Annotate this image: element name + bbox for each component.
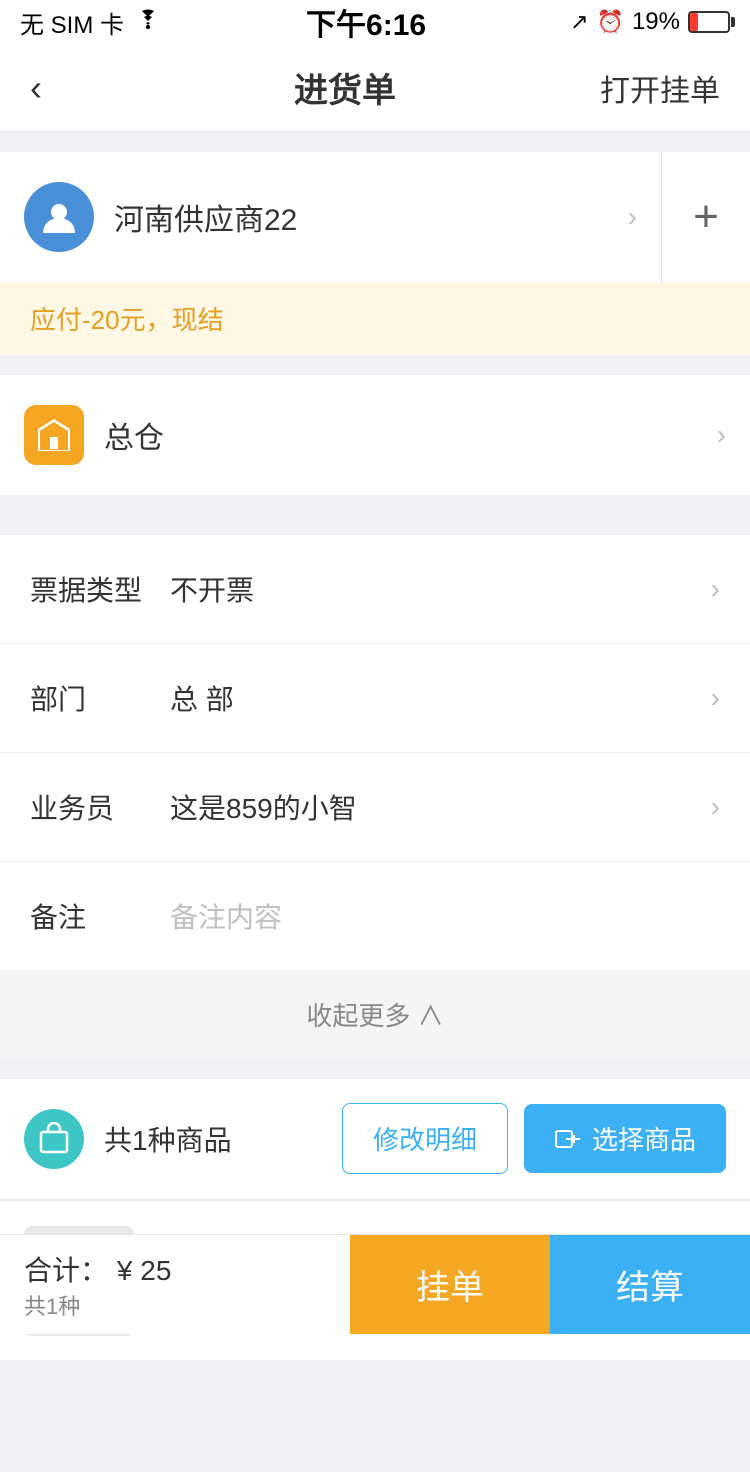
invoice-row[interactable]: 票据类型 不开票 ›	[0, 535, 750, 644]
gap-top	[0, 132, 750, 152]
warehouse-name: 总仓	[104, 413, 707, 457]
supplier-section: 河南供应商22 › +	[0, 152, 750, 282]
nav-bar: ‹ 进货单 打开挂单	[0, 44, 750, 132]
product-count-label: 共1种商品	[104, 1119, 342, 1159]
status-left: 无 SIM 卡	[20, 5, 162, 40]
status-right: ↗ ⏰ 19%	[570, 8, 730, 36]
supplier-select-button[interactable]: 河南供应商22 ›	[0, 152, 662, 282]
gap-1	[0, 515, 750, 535]
total-section: 合计： ¥ 25 共1种	[0, 1235, 350, 1334]
remark-row[interactable]: 备注 备注内容	[0, 862, 750, 970]
suspend-button[interactable]: 挂单	[350, 1235, 550, 1334]
warehouse-icon	[36, 417, 72, 453]
page-title: 进货单	[294, 63, 396, 112]
remark-input[interactable]: 备注内容	[150, 896, 720, 936]
collapse-label: 收起更多 ∧	[306, 996, 443, 1033]
cart-icon	[37, 1122, 71, 1156]
warehouse-row[interactable]: 总仓 ›	[0, 375, 750, 495]
add-icon: +	[693, 192, 719, 242]
total-amount-row: 合计： ¥ 25	[24, 1249, 326, 1289]
payment-notice: 应付-20元，现结	[0, 282, 750, 355]
warehouse-icon-wrap	[24, 405, 84, 465]
status-bar: 无 SIM 卡 下午6:16 ↗ ⏰ 19%	[0, 0, 750, 44]
edit-detail-button[interactable]: 修改明细	[342, 1103, 508, 1174]
product-header: 共1种商品 修改明细 选择商品	[0, 1079, 750, 1198]
supplier-name: 河南供应商22	[114, 195, 618, 239]
warehouse-chevron-icon: ›	[717, 419, 726, 451]
invoice-value: 不开票	[150, 569, 701, 609]
bottom-bar: 合计： ¥ 25 共1种 挂单 结算	[0, 1234, 750, 1334]
total-count: 共1种	[24, 1289, 326, 1321]
location-icon: ↗	[570, 9, 588, 35]
network-label: 无 SIM 卡	[20, 5, 124, 40]
remark-label: 备注	[30, 896, 150, 936]
supplier-add-button[interactable]: +	[662, 152, 750, 282]
salesperson-label: 业务员	[30, 787, 150, 827]
invoice-label: 票据类型	[30, 569, 150, 609]
department-chevron-icon: ›	[711, 682, 720, 714]
back-button[interactable]: ‹	[30, 67, 90, 109]
total-amount: ¥ 25	[117, 1255, 172, 1286]
wifi-icon	[134, 8, 162, 36]
salesperson-value: 这是859的小智	[150, 787, 701, 827]
select-product-icon	[554, 1125, 582, 1153]
department-row[interactable]: 部门 总 部 ›	[0, 644, 750, 753]
collapse-bar[interactable]: 收起更多 ∧	[0, 970, 750, 1059]
select-product-label: 选择商品	[592, 1120, 696, 1157]
supplier-avatar	[24, 182, 94, 252]
battery-percent: 19%	[632, 8, 680, 36]
department-value: 总 部	[150, 678, 701, 718]
open-pending-button[interactable]: 打开挂单	[600, 66, 720, 110]
salesperson-chevron-icon: ›	[711, 791, 720, 823]
salesperson-row[interactable]: 业务员 这是859的小智 ›	[0, 753, 750, 862]
bottom-spacer	[0, 1362, 750, 1472]
alarm-icon: ⏰	[597, 9, 624, 35]
product-icon-wrap	[24, 1109, 84, 1169]
form-section: 票据类型 不开票 › 部门 总 部 › 业务员 这是859的小智 › 备注 备注…	[0, 535, 750, 970]
supplier-chevron-icon: ›	[628, 201, 637, 233]
invoice-chevron-icon: ›	[711, 573, 720, 605]
checkout-button[interactable]: 结算	[550, 1235, 750, 1334]
user-icon	[39, 197, 79, 237]
total-label: 合计：	[24, 1255, 108, 1286]
battery-icon	[688, 11, 730, 33]
status-time: 下午6:16	[306, 0, 426, 44]
department-label: 部门	[30, 678, 150, 718]
select-product-button[interactable]: 选择商品	[524, 1104, 726, 1173]
